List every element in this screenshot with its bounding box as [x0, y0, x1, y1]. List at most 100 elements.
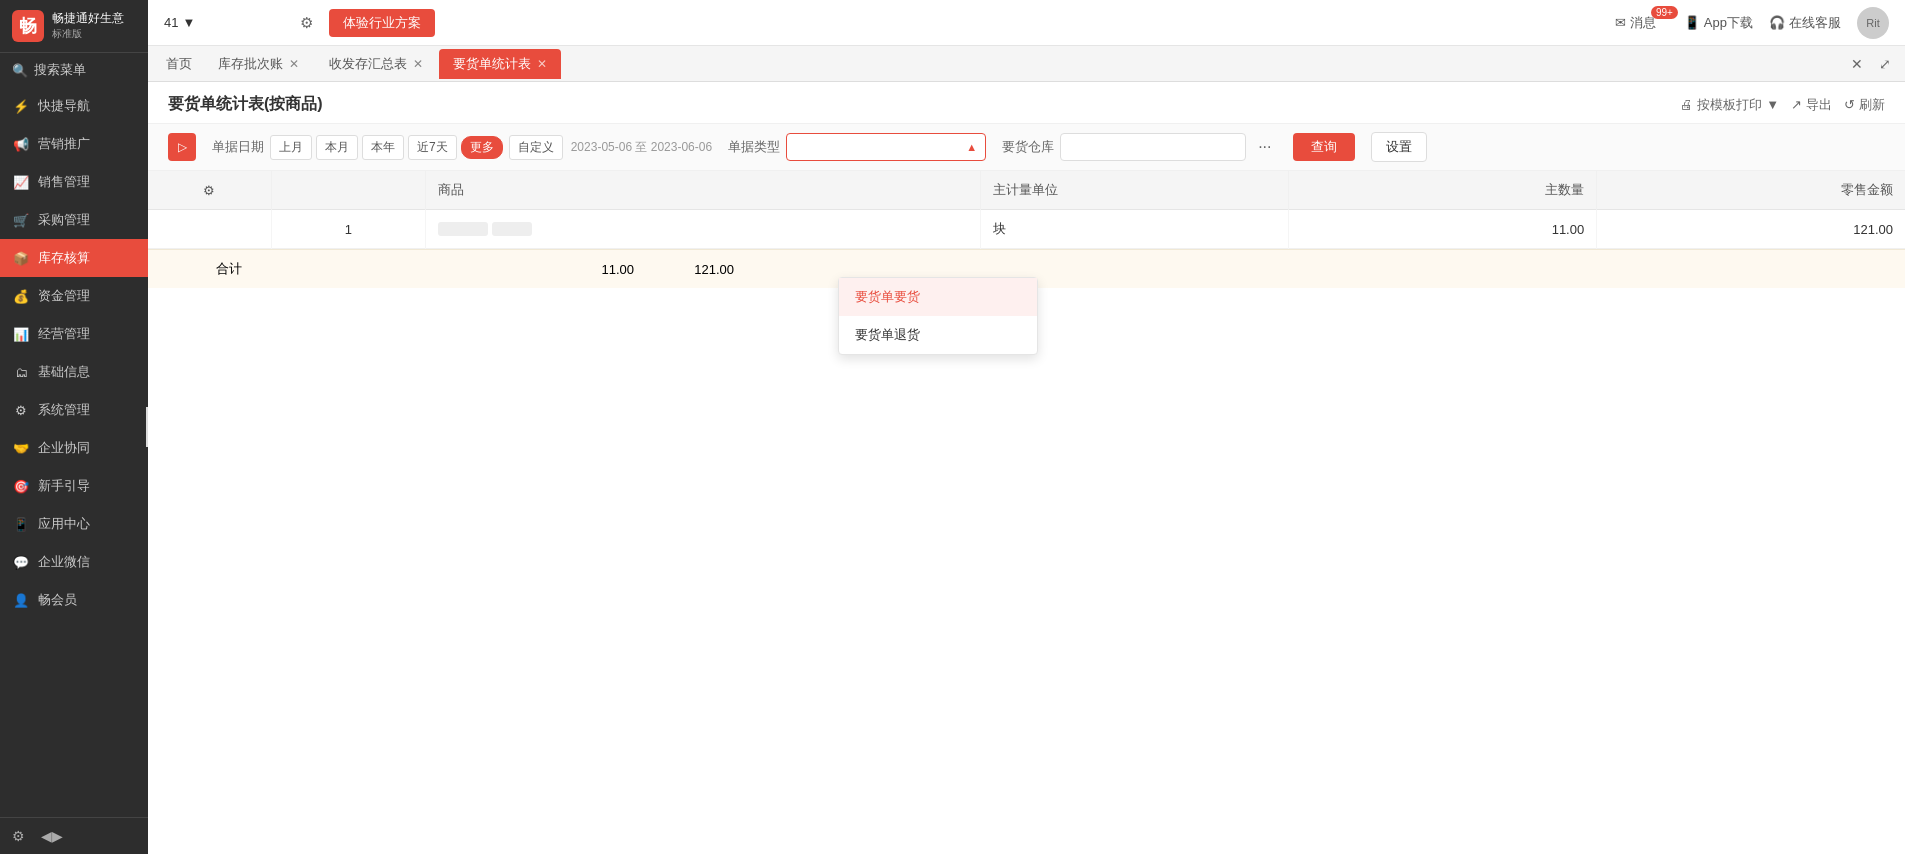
logo-name: 畅捷通好生意 — [52, 11, 124, 27]
sidebar-item-corp-wechat[interactable]: 💬企业微信 — [0, 543, 148, 581]
tab-close-all-icon[interactable]: ✕ — [1845, 52, 1869, 76]
table-settings-icon[interactable]: ⚙ — [203, 183, 215, 198]
export-icon: ↗ — [1791, 97, 1802, 112]
date-btn-last-month[interactable]: 上月 — [270, 135, 312, 160]
th-num — [271, 171, 425, 210]
table-row: 1 块 11.00 121.00 — [148, 210, 1905, 249]
tab-inventory-batch-close[interactable]: ✕ — [289, 57, 299, 71]
tab-order-stats[interactable]: 要货单统计表 ✕ — [439, 49, 561, 79]
settings-icon[interactable]: ⚙ — [12, 828, 25, 844]
data-table: ⚙ 商品 主计量单位 主数量 零售金额 1 — [148, 171, 1905, 249]
customer-service-button[interactable]: 🎧 在线客服 — [1769, 14, 1841, 32]
date-btn-more[interactable]: 更多 — [461, 136, 503, 159]
tab-home-label: 首页 — [166, 55, 192, 73]
sidebar-nav: ⚡快捷导航📢营销推广📈销售管理🛒采购管理📦库存核算💰资金管理📊经营管理 🗂 基础信息… — [0, 87, 148, 817]
user-avatar[interactable]: Rit — [1857, 7, 1889, 39]
filter-expand-button[interactable]: ▷ — [168, 133, 196, 161]
table-settings-button[interactable]: 设置 — [1371, 132, 1427, 162]
export-label: 导出 — [1806, 96, 1832, 114]
refresh-icon: ↺ — [1844, 97, 1855, 112]
nav-label-finance: 资金管理 — [38, 287, 90, 305]
sidebar-item-basic-info[interactable]: 🗂 基础信息 — [0, 353, 148, 391]
sidebar-item-sys-mgmt[interactable]: ⚙系统管理 — [0, 391, 148, 429]
query-button[interactable]: 查询 — [1293, 133, 1355, 161]
type-dropdown: 要货单要货 要货单退货 — [838, 277, 1038, 355]
nav-label-inventory: 库存核算 — [38, 249, 90, 267]
phone-icon: 📱 — [1684, 15, 1700, 30]
topbar-gear-icon[interactable]: ⚙ — [300, 14, 313, 32]
td-num: 1 — [271, 210, 425, 249]
nav-icon-quick-nav: ⚡ — [12, 99, 30, 114]
collapse-icon[interactable]: ◀▶ — [41, 828, 63, 844]
sidebar-item-new-guide[interactable]: 🎯新手引导 — [0, 467, 148, 505]
dropdown-item-order-goods[interactable]: 要货单要货 — [839, 278, 1037, 316]
page-header: 要货单统计表(按商品) 🖨 按模板打印 ▼ ↗ 导出 ↺ 刷新 — [148, 82, 1905, 123]
app-download-label: App下载 — [1704, 14, 1753, 32]
sidebar-item-finance[interactable]: 💰资金管理 — [0, 277, 148, 315]
nav-icon-basic-info: 🗂 — [12, 365, 30, 380]
sidebar-item-marketing[interactable]: 📢营销推广 — [0, 125, 148, 163]
sidebar: 畅 畅捷通好生意 标准版 🔍 搜索菜单 ⚡快捷导航📢营销推广📈销售管理🛒采购管理… — [0, 0, 148, 854]
message-icon: ✉ — [1615, 15, 1626, 30]
filter-bar: ▷ 单据日期 上月 本月 本年 近7天 更多 自定义 2023-05-06 至 … — [148, 123, 1905, 171]
refresh-label: 刷新 — [1859, 96, 1885, 114]
warehouse-filter-label: 要货仓库 — [1002, 138, 1054, 156]
warehouse-input[interactable] — [1060, 133, 1246, 161]
sidebar-item-purchase-mgmt[interactable]: 🛒采购管理 — [0, 201, 148, 239]
sidebar-logo: 畅 畅捷通好生意 标准版 — [0, 0, 148, 53]
th-settings[interactable]: ⚙ — [148, 171, 271, 210]
search-icon: 🔍 — [12, 63, 28, 78]
nav-label-sys-mgmt: 系统管理 — [38, 401, 90, 419]
nav-icon-operations: 📊 — [12, 327, 30, 342]
logo-icon: 畅 — [12, 10, 44, 42]
sidebar-item-quick-nav[interactable]: ⚡快捷导航 — [0, 87, 148, 125]
tab-receive-send-close[interactable]: ✕ — [413, 57, 423, 71]
date-filter-label: 单据日期 — [212, 138, 264, 156]
th-qty: 主数量 — [1288, 171, 1596, 210]
type-filter-label: 单据类型 — [728, 138, 780, 156]
sidebar-search[interactable]: 🔍 搜索菜单 — [0, 53, 148, 87]
tab-receive-send-label: 收发存汇总表 — [329, 55, 407, 73]
td-amount: 121.00 — [1597, 210, 1905, 249]
export-button[interactable]: ↗ 导出 — [1791, 96, 1832, 114]
app-download-button[interactable]: 📱 App下载 — [1684, 14, 1753, 32]
nav-icon-app-center: 📱 — [12, 517, 30, 532]
tab-order-stats-close[interactable]: ✕ — [537, 57, 547, 71]
sidebar-bottom: ⚙ ◀▶ — [0, 817, 148, 854]
tab-expand-icon[interactable]: ⤢ — [1873, 52, 1897, 76]
sidebar-item-enterprise[interactable]: 🤝企业协同 — [0, 429, 148, 467]
sidebar-item-inventory[interactable]: 📦库存核算 — [0, 239, 148, 277]
th-amount: 零售金额 — [1597, 171, 1905, 210]
sidebar-item-membership[interactable]: 👤畅会员 — [0, 581, 148, 619]
date-btn-7days[interactable]: 近7天 — [408, 135, 457, 160]
date-btn-this-year[interactable]: 本年 — [362, 135, 404, 160]
sidebar-item-app-center[interactable]: 📱 应用中心 — [0, 505, 148, 543]
type-select-box[interactable]: ▲ — [786, 133, 986, 161]
content-area: 要货单统计表(按商品) 🖨 按模板打印 ▼ ↗ 导出 ↺ 刷新 ▷ — [148, 82, 1905, 854]
nav-label-new-guide: 新手引导 — [38, 477, 90, 495]
total-amount: 121.00 — [634, 262, 734, 277]
message-button[interactable]: ✉ 消息 99+ — [1615, 14, 1668, 32]
table-wrap: ⚙ 商品 主计量单位 主数量 零售金额 1 — [148, 171, 1905, 249]
tab-home[interactable]: 首页 — [156, 49, 202, 79]
nav-label-app-center: 应用中心 — [38, 515, 90, 533]
td-settings — [148, 210, 271, 249]
store-selector[interactable]: 41 ▼ — [164, 15, 284, 30]
sidebar-item-sales-mgmt[interactable]: 📈销售管理 — [0, 163, 148, 201]
total-qty: 11.00 — [534, 262, 634, 277]
nav-icon-marketing: 📢 — [12, 137, 30, 152]
dropdown-item-order-return[interactable]: 要货单退货 — [839, 316, 1037, 354]
nav-label-basic-info: 基础信息 — [38, 363, 90, 381]
tab-receive-send[interactable]: 收发存汇总表 ✕ — [315, 49, 437, 79]
date-filter-group: 单据日期 上月 本月 本年 近7天 更多 自定义 2023-05-06 至 20… — [212, 135, 712, 160]
more-filter-button[interactable]: ··· — [1252, 136, 1277, 158]
print-template-button[interactable]: 🖨 按模板打印 ▼ — [1680, 96, 1779, 114]
service-icon: 🎧 — [1769, 15, 1785, 30]
date-custom-button[interactable]: 自定义 — [509, 135, 563, 160]
trial-button[interactable]: 体验行业方案 — [329, 9, 435, 37]
sidebar-item-operations[interactable]: 📊经营管理 — [0, 315, 148, 353]
tab-inventory-batch[interactable]: 库存批次账 ✕ — [204, 49, 313, 79]
refresh-button[interactable]: ↺ 刷新 — [1844, 96, 1885, 114]
date-btn-this-month[interactable]: 本月 — [316, 135, 358, 160]
type-filter-group: 单据类型 ▲ — [728, 133, 986, 161]
